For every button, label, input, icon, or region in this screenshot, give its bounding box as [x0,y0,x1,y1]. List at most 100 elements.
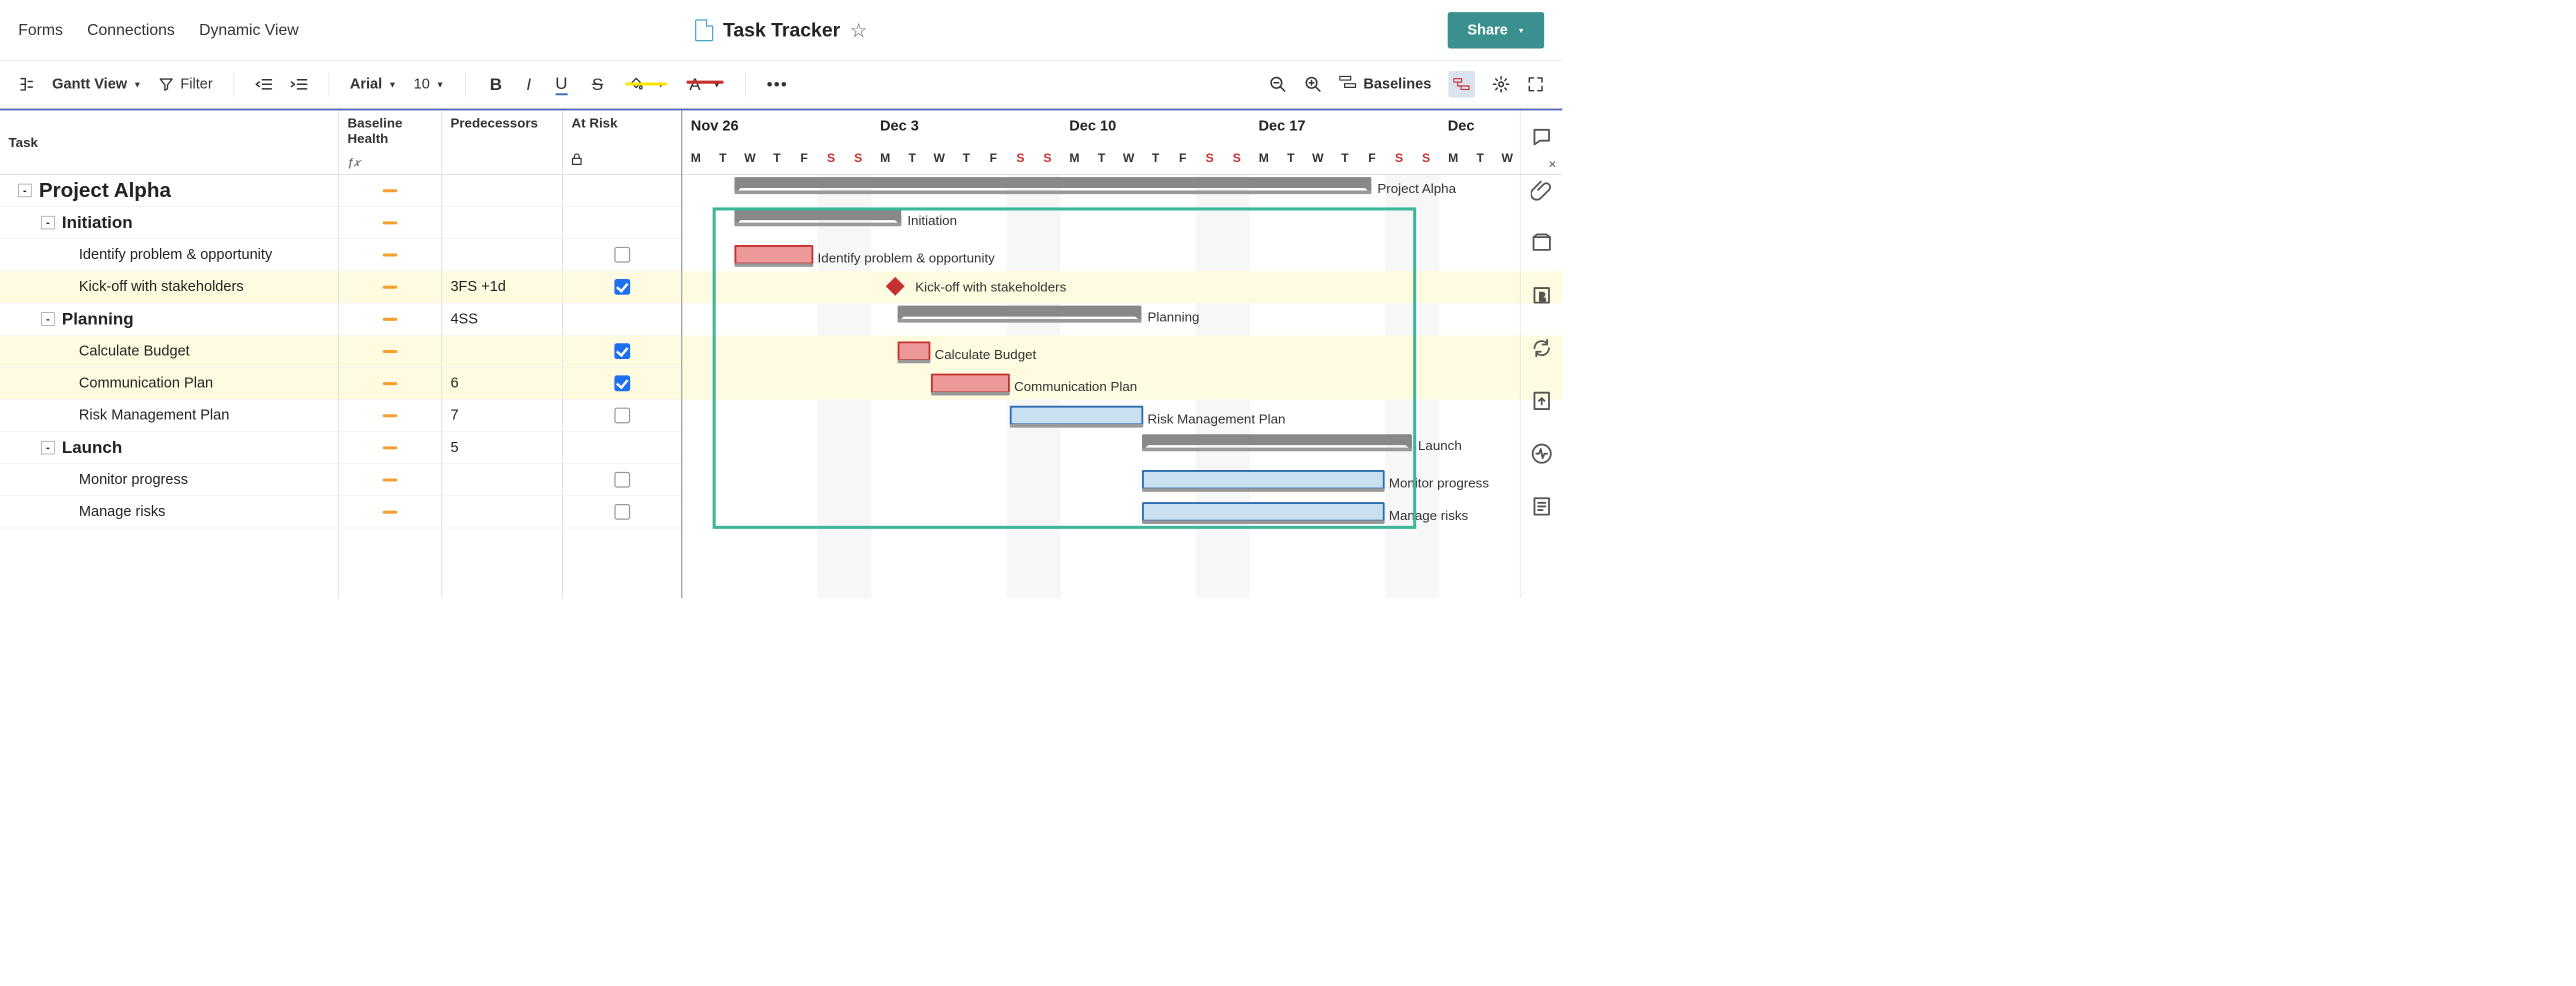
health-cell[interactable] [339,368,441,400]
risk-cell[interactable] [563,239,681,271]
italic-button[interactable]: I [523,75,535,94]
risk-cell[interactable] [563,400,681,432]
task-cell[interactable]: Risk Management Plan [0,400,338,432]
predecessor-cell[interactable] [442,239,562,271]
predecessor-cell[interactable] [442,175,562,207]
activity-icon[interactable] [1531,443,1553,467]
task-cell[interactable]: Communication Plan [0,368,338,400]
predecessor-cell[interactable] [442,464,562,496]
task-cell[interactable]: -Initiation [0,207,338,239]
predecessor-cell[interactable]: 4SS [442,303,562,335]
task-cell[interactable]: Manage risks [0,496,338,528]
fill-color-button[interactable]: ▼ [624,76,669,92]
publish-icon[interactable] [1531,496,1553,520]
predecessor-cell[interactable]: 7 [442,400,562,432]
collapse-toggle[interactable]: - [41,441,54,454]
predecessor-cell[interactable]: 5 [442,432,562,464]
text-color-button[interactable]: A▼ [686,75,725,94]
health-cell[interactable] [339,271,441,303]
collapse-toggle[interactable]: - [18,184,31,197]
predecessor-cell[interactable] [442,496,562,528]
summary-bar[interactable]: Initiation [734,209,901,220]
zoom-out-button[interactable] [1269,75,1287,93]
task-bar[interactable]: Calculate Budget [898,341,931,360]
summary-bar[interactable]: Planning [898,306,1142,317]
refresh-icon[interactable] [1531,337,1553,361]
risk-cell[interactable] [563,432,681,464]
zoom-in-button[interactable] [1304,75,1322,93]
gantt-panel[interactable]: Nov 26Dec 3Dec 10Dec 17Dec MTWTFSSMTWTFS… [682,110,1562,598]
nav-forms[interactable]: Forms [18,21,63,40]
attachments-icon[interactable] [1531,179,1553,203]
at-risk-checkbox[interactable] [614,247,630,263]
underline-button[interactable]: U [552,74,572,95]
indent-button[interactable] [290,77,308,92]
health-cell[interactable] [339,239,441,271]
predecessor-cell[interactable] [442,335,562,367]
summary-bar[interactable]: Project Alpha [734,177,1371,188]
collapse-toggle[interactable]: - [41,216,54,229]
at-risk-checkbox[interactable] [614,408,630,424]
col-header-task[interactable]: Task [0,110,338,174]
col-header-predecessors[interactable]: Predecessors [442,110,562,174]
favorite-button[interactable]: ☆ [850,18,867,41]
task-bar[interactable]: Monitor progress [1142,470,1385,489]
task-bar[interactable]: Identify problem & opportunity [734,245,813,264]
settings-button[interactable] [1492,75,1510,93]
risk-cell[interactable] [563,207,681,239]
risk-cell[interactable] [563,368,681,400]
at-risk-checkbox[interactable] [614,472,630,488]
nav-dynamic-view[interactable]: Dynamic View [199,21,299,40]
predecessor-cell[interactable] [442,207,562,239]
risk-cell[interactable] [563,464,681,496]
bold-button[interactable]: B [486,75,506,94]
summary-bar[interactable]: Launch [1142,434,1412,445]
at-risk-checkbox[interactable] [614,343,630,359]
predecessor-cell[interactable]: 6 [442,368,562,400]
filter-button[interactable]: Filter [159,76,213,93]
task-cell[interactable]: -Planning [0,303,338,335]
risk-cell[interactable] [563,335,681,367]
at-risk-checkbox[interactable] [614,375,630,391]
risk-cell[interactable] [563,496,681,528]
risk-cell[interactable] [563,271,681,303]
health-cell[interactable] [339,400,441,432]
task-cell[interactable]: Monitor progress [0,464,338,496]
fullscreen-button[interactable] [1527,76,1544,93]
more-button[interactable]: ••• [767,75,788,94]
task-bar[interactable]: Risk Management Plan [1010,406,1143,425]
health-cell[interactable] [339,496,441,528]
risk-cell[interactable] [563,303,681,335]
at-risk-checkbox[interactable] [614,279,630,295]
health-cell[interactable] [339,207,441,239]
task-cell[interactable]: -Project Alpha [0,175,338,207]
proof-icon[interactable] [1531,232,1553,256]
comments-icon[interactable] [1531,126,1553,150]
milestone-marker[interactable] [886,277,905,296]
col-header-baseline-health[interactable]: Baseline Health ƒ𝑥 [339,110,441,174]
health-cell[interactable] [339,432,441,464]
task-cell[interactable]: -Launch [0,432,338,464]
font-size-select[interactable]: 10▼ [414,76,445,93]
col-header-at-risk[interactable]: At Risk [563,110,681,174]
strikethrough-button[interactable]: S [588,75,607,94]
task-bar[interactable]: Communication Plan [931,374,1010,393]
nav-connections[interactable]: Connections [87,21,175,40]
collapse-toggle[interactable]: - [41,312,54,325]
font-family-select[interactable]: Arial▼ [350,76,397,93]
view-switcher[interactable]: Gantt View▼ [52,76,141,93]
task-cell[interactable]: Calculate Budget [0,335,338,367]
critical-path-button[interactable] [1448,71,1475,98]
brandfolder-icon[interactable] [1531,284,1553,308]
predecessor-cell[interactable]: 3FS +1d [442,271,562,303]
risk-cell[interactable] [563,175,681,207]
health-cell[interactable] [339,464,441,496]
health-cell[interactable] [339,175,441,207]
hierarchy-button[interactable] [18,76,35,93]
outdent-button[interactable] [255,77,273,92]
at-risk-checkbox[interactable] [614,504,630,520]
share-button[interactable]: Share▼ [1448,12,1544,48]
task-cell[interactable]: Identify problem & opportunity [0,239,338,271]
upload-icon[interactable] [1531,390,1553,414]
task-bar[interactable]: Manage risks [1142,502,1385,521]
